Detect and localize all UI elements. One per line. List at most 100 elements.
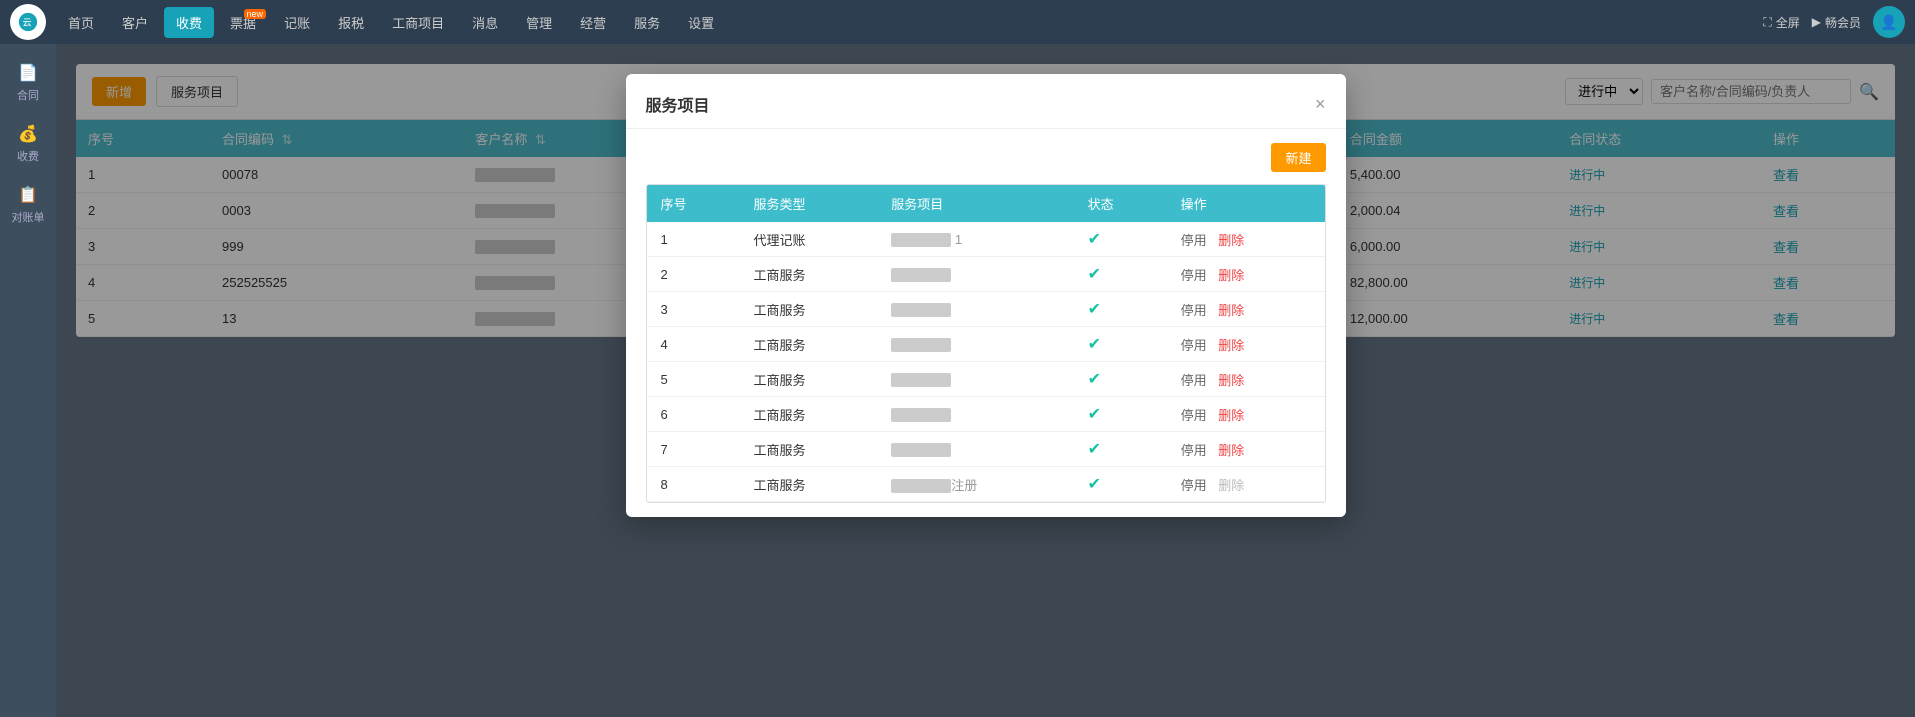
statement-icon: 📋 <box>17 184 39 206</box>
modal-col-action: 操作 <box>1167 185 1325 222</box>
modal-cell-item <box>877 327 1073 362</box>
nav-settings[interactable]: 设置 <box>676 7 726 38</box>
nav-business[interactable]: 工商项目 <box>380 7 456 38</box>
main-layout: 📄 合同 💰 收费 📋 对账单 新增 服务项目 进行中 已完成 已终止 <box>0 44 1915 717</box>
modal-cell-seq: 1 <box>647 222 740 257</box>
nav-operate[interactable]: 经营 <box>568 7 618 38</box>
modal-cell-status: ✔ <box>1074 222 1167 257</box>
modal-table-row: 5 工商服务 ✔ 停用 删除 <box>647 362 1325 397</box>
stop-button[interactable]: 停用 <box>1181 478 1207 493</box>
status-check-icon: ✔ <box>1088 441 1101 458</box>
fee-icon: 💰 <box>17 123 39 145</box>
stop-button[interactable]: 停用 <box>1181 408 1207 423</box>
nav-bookkeeping[interactable]: 记账 <box>272 7 322 38</box>
sidebar-item-contract[interactable]: 📄 合同 <box>3 54 53 111</box>
member-button[interactable]: ▶ 畅会员 <box>1812 14 1861 31</box>
user-avatar[interactable]: 👤 <box>1873 6 1905 38</box>
service-modal: 服务项目 × 新建 序号 服务类型 服务项目 <box>626 74 1346 517</box>
modal-cell-seq: 5 <box>647 362 740 397</box>
modal-cell-item: 注册 <box>877 467 1073 502</box>
modal-toolbar: 新建 <box>646 143 1326 172</box>
fullscreen-icon: ⛶ <box>1763 15 1771 30</box>
sidebar-item-fee[interactable]: 💰 收费 <box>3 115 53 172</box>
modal-cell-type: 工商服务 <box>740 397 878 432</box>
modal-cell-type: 工商服务 <box>740 432 878 467</box>
status-check-icon: ✔ <box>1088 371 1101 388</box>
nav-service[interactable]: 服务 <box>622 7 672 38</box>
nav-message[interactable]: 消息 <box>460 7 510 38</box>
delete-button[interactable]: 删除 <box>1218 443 1244 458</box>
modal-cell-status: ✔ <box>1074 467 1167 502</box>
modal-table-row: 1 代理记账 1 ✔ 停用 删除 <box>647 222 1325 257</box>
modal-cell-item <box>877 257 1073 292</box>
top-navigation: 云 首页 客户 收费 票据 new 记账 报税 工商项目 消息 管理 经营 服务… <box>0 0 1915 44</box>
modal-cell-type: 工商服务 <box>740 467 878 502</box>
new-badge: new <box>244 9 267 19</box>
svg-text:云: 云 <box>23 18 32 28</box>
modal-table-row: 8 工商服务 注册 ✔ 停用 删除 <box>647 467 1325 502</box>
modal-cell-item: 1 <box>877 222 1073 257</box>
delete-button[interactable]: 删除 <box>1218 303 1244 318</box>
modal-cell-type: 工商服务 <box>740 327 878 362</box>
delete-button[interactable]: 删除 <box>1218 338 1244 353</box>
status-check-icon: ✔ <box>1088 406 1101 423</box>
status-check-icon: ✔ <box>1088 336 1101 353</box>
modal-overlay: 服务项目 × 新建 序号 服务类型 服务项目 <box>56 44 1915 717</box>
modal-table-row: 4 工商服务 ✔ 停用 删除 <box>647 327 1325 362</box>
stop-button[interactable]: 停用 <box>1181 303 1207 318</box>
modal-new-button[interactable]: 新建 <box>1271 143 1325 172</box>
fullscreen-button[interactable]: ⛶ 全屏 <box>1763 14 1799 31</box>
app-logo: 云 <box>10 4 46 40</box>
stop-button[interactable]: 停用 <box>1181 268 1207 283</box>
nav-manage[interactable]: 管理 <box>514 7 564 38</box>
modal-table-row: 2 工商服务 ✔ 停用 删除 <box>647 257 1325 292</box>
nav-right: ⛶ 全屏 ▶ 畅会员 👤 <box>1763 6 1905 38</box>
modal-cell-action: 停用 删除 <box>1167 467 1325 502</box>
delete-button[interactable]: 删除 <box>1218 268 1244 283</box>
status-check-icon: ✔ <box>1088 266 1101 283</box>
delete-button[interactable]: 删除 <box>1218 233 1244 248</box>
modal-cell-action: 停用 删除 <box>1167 222 1325 257</box>
modal-cell-action: 停用 删除 <box>1167 362 1325 397</box>
stop-button[interactable]: 停用 <box>1181 338 1207 353</box>
modal-cell-item <box>877 432 1073 467</box>
modal-col-seq: 序号 <box>647 185 740 222</box>
modal-cell-status: ✔ <box>1074 397 1167 432</box>
status-check-icon: ✔ <box>1088 231 1101 248</box>
modal-cell-item <box>877 397 1073 432</box>
modal-cell-action: 停用 删除 <box>1167 292 1325 327</box>
modal-cell-type: 工商服务 <box>740 362 878 397</box>
sidebar-item-statement[interactable]: 📋 对账单 <box>3 176 53 233</box>
modal-cell-status: ✔ <box>1074 432 1167 467</box>
nav-customer[interactable]: 客户 <box>110 7 160 38</box>
service-items-table: 序号 服务类型 服务项目 状态 操作 1 代理记账 1 ✔ 停 <box>647 185 1325 502</box>
modal-table-wrap[interactable]: 序号 服务类型 服务项目 状态 操作 1 代理记账 1 ✔ 停 <box>646 184 1326 503</box>
modal-close-button[interactable]: × <box>1315 95 1326 113</box>
delete-button: 删除 <box>1218 478 1244 493</box>
modal-table-row: 3 工商服务 ✔ 停用 删除 <box>647 292 1325 327</box>
modal-cell-action: 停用 删除 <box>1167 432 1325 467</box>
delete-button[interactable]: 删除 <box>1218 373 1244 388</box>
modal-cell-type: 代理记账 <box>740 222 878 257</box>
member-icon: ▶ <box>1812 15 1821 29</box>
modal-cell-seq: 6 <box>647 397 740 432</box>
modal-table-row: 6 工商服务 ✔ 停用 删除 <box>647 397 1325 432</box>
stop-button[interactable]: 停用 <box>1181 443 1207 458</box>
modal-table-row: 7 工商服务 ✔ 停用 删除 <box>647 432 1325 467</box>
modal-body: 新建 序号 服务类型 服务项目 状态 操作 <box>626 129 1346 517</box>
modal-cell-seq: 4 <box>647 327 740 362</box>
nav-fee[interactable]: 收费 <box>164 7 214 38</box>
modal-cell-type: 工商服务 <box>740 292 878 327</box>
modal-cell-seq: 7 <box>647 432 740 467</box>
nav-home[interactable]: 首页 <box>56 7 106 38</box>
delete-button[interactable]: 删除 <box>1218 408 1244 423</box>
modal-cell-action: 停用 删除 <box>1167 257 1325 292</box>
stop-button[interactable]: 停用 <box>1181 233 1207 248</box>
nav-tax[interactable]: 报税 <box>326 7 376 38</box>
modal-cell-type: 工商服务 <box>740 257 878 292</box>
modal-cell-status: ✔ <box>1074 362 1167 397</box>
modal-cell-status: ✔ <box>1074 257 1167 292</box>
modal-cell-action: 停用 删除 <box>1167 397 1325 432</box>
stop-button[interactable]: 停用 <box>1181 373 1207 388</box>
nav-ticket[interactable]: 票据 new <box>218 7 268 38</box>
